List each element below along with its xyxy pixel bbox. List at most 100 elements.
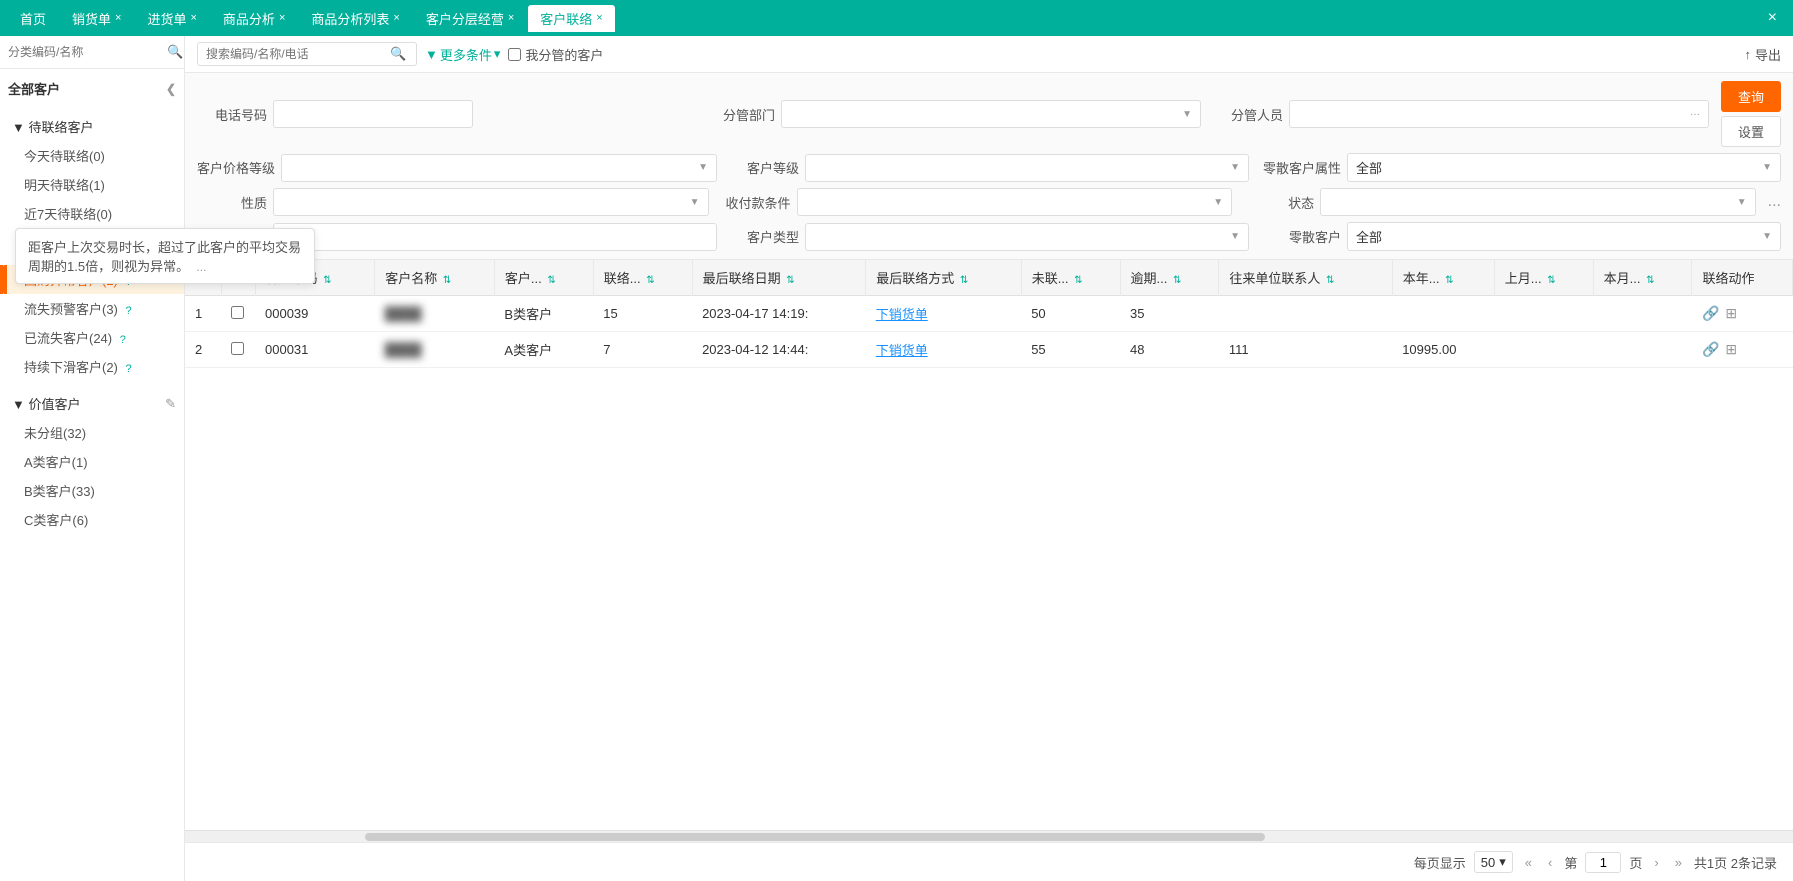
name-sort-icon[interactable]: ⇅ [443,275,451,286]
nav-analysis-list-close[interactable]: × [393,12,399,24]
year-sort-icon[interactable]: ⇅ [1445,275,1453,286]
row2-method-link[interactable]: 下销货单 [876,343,928,358]
method-sort-icon[interactable]: ⇅ [960,275,968,286]
filter-dept-field: 分管部门 ▼ [705,100,1201,128]
nav-purchase-label: 进货单 [147,9,186,28]
nav-analysis[interactable]: 商品分析 × [211,5,297,32]
th-contact-person: 往来单位联系人 ⇅ [1219,260,1392,296]
retail-customer-label: 零散客户 [1261,227,1341,246]
month-sort-icon[interactable]: ⇅ [1646,275,1654,286]
horizontal-scrollbar[interactable] [185,830,1793,842]
row1-name[interactable]: ████ [375,296,495,332]
sidebar-week-contact[interactable]: 近7天待联络(0) [0,199,184,228]
scrollbar-thumb[interactable] [365,833,1265,841]
page-size-chevron-icon: ▾ [1499,854,1506,870]
price-level-select[interactable]: ▼ [281,154,717,182]
nav-home[interactable]: 首页 [8,5,58,32]
th-last-contact-method: 最后联络方式 ⇅ [866,260,1021,296]
my-customers-checkbox[interactable]: 我分管的客户 [508,45,603,64]
payment-select[interactable]: ▼ [797,188,1233,216]
overdue-sort-icon[interactable]: ⇅ [1173,275,1181,286]
manager-select[interactable]: ··· [1289,100,1709,128]
export-btn[interactable]: ↑ 导出 [1744,45,1781,64]
table-row: 2 000031 ████ A类客户 7 2023-04-12 14:44: 下… [185,332,1793,368]
sidebar-pending-group[interactable]: ▼ 待联络客户 [0,112,184,141]
nav-purchase-close[interactable]: × [190,12,196,24]
gender-label: 性质 [197,193,267,212]
row1-link-icon[interactable]: 🔗 [1702,305,1719,322]
nav-purchase[interactable]: 进货单 × [135,5,208,32]
sidebar-lost-preview[interactable]: 流失预警客户(3) ? [0,294,184,323]
row2-name[interactable]: ████ [375,332,495,368]
sidebar-tomorrow-contact[interactable]: 明天待联络(1) [0,170,184,199]
lost-preview-info-icon[interactable]: ? [126,305,132,317]
gender-select[interactable]: ▼ [273,188,709,216]
filter-search-icon[interactable]: 🔍 [390,46,406,62]
declining-info-icon[interactable]: ? [126,363,132,375]
page-size-select[interactable]: 50 ▾ [1474,851,1513,873]
sidebar-all-customers[interactable]: 全部客户 ❮ [0,73,184,104]
nav-customer-segment[interactable]: 客户分层经营 × [414,5,526,32]
person-sort-icon[interactable]: ⇅ [1326,275,1334,286]
row2-check[interactable] [231,342,244,355]
already-lost-info-icon[interactable]: ? [120,334,126,346]
th-contact-label: 联络... [604,271,641,286]
sidebar-collapse-icon[interactable]: ❮ [166,82,176,96]
sidebar-value-group[interactable]: ▼ 价值客户 ✎ [0,389,184,418]
filter-search-input[interactable] [206,47,386,61]
sidebar-already-lost[interactable]: 已流失客户(24) ? [0,323,184,352]
value-edit-icon[interactable]: ✎ [165,396,176,412]
sidebar-ungrouped[interactable]: 未分组(32) [0,418,184,447]
next-page-btn[interactable]: › [1650,853,1662,872]
row2-link-icon[interactable]: 🔗 [1702,341,1719,358]
nav-sales-close[interactable]: × [115,12,121,24]
filter-more-btn[interactable]: ▼ 更多条件 ▾ [425,45,500,64]
dept-select[interactable]: ▼ [781,100,1201,128]
nav-sales[interactable]: 销货单 × [60,5,133,32]
sidebar-today-contact[interactable]: 今天待联络(0) [0,141,184,170]
row1-last-method[interactable]: 下销货单 [866,296,1021,332]
row2-grid-icon[interactable]: ⊞ [1725,341,1737,358]
lmonth-sort-icon[interactable]: ⇅ [1547,275,1555,286]
customer-level-select[interactable]: ▼ [805,154,1249,182]
query-btn[interactable]: 查询 [1721,81,1781,112]
row1-check[interactable] [231,306,244,319]
nav-analysis-list[interactable]: 商品分析列表 × [299,5,411,32]
settings-btn[interactable]: 设置 [1721,116,1781,147]
sidebar-b-customers[interactable]: B类客户(33) [0,476,184,505]
first-page-btn[interactable]: « [1521,853,1536,872]
sidebar-a-customers[interactable]: A类客户(1) [0,447,184,476]
nav-analysis-close[interactable]: × [279,12,285,24]
empty-select[interactable] [273,223,717,251]
unlinkable-sort-icon[interactable]: ⇅ [1074,275,1082,286]
retail-attr-select[interactable]: 全部 ▼ [1347,153,1781,182]
nav-customer-segment-close[interactable]: × [508,12,514,24]
window-close-btn[interactable]: × [1760,9,1785,27]
sidebar-c-customers[interactable]: C类客户(6) [0,505,184,534]
type-sort-icon[interactable]: ⇅ [547,275,555,286]
phone-input[interactable] [273,100,473,128]
nav-customer-contact-label: 客户联络 [540,9,592,28]
last-page-btn[interactable]: » [1671,853,1686,872]
filter-customer-type-field: 客户类型 ▼ [729,223,1249,251]
date-sort-icon[interactable]: ⇅ [786,275,794,286]
a-customers-label: A类客户(1) [24,455,88,470]
sidebar-declining[interactable]: 持续下滑客户(2) ? [0,352,184,381]
code-sort-icon[interactable]: ⇅ [323,275,331,286]
page-number-input[interactable] [1585,852,1621,873]
my-customers-check[interactable] [508,48,521,61]
contact-sort-icon[interactable]: ⇅ [646,275,654,286]
nav-customer-contact[interactable]: 客户联络 × [528,5,614,32]
filter-more-dots[interactable]: ... [1768,193,1781,211]
tooltip-more[interactable]: ... [196,260,206,274]
retail-customer-select[interactable]: 全部 ▼ [1347,222,1781,251]
row1-method-link[interactable]: 下销货单 [876,307,928,322]
row2-last-method[interactable]: 下销货单 [866,332,1021,368]
row1-last-month [1494,296,1593,332]
status-select[interactable]: ▼ [1320,188,1756,216]
row1-grid-icon[interactable]: ⊞ [1725,305,1737,322]
sidebar-search-input[interactable] [8,45,163,59]
prev-page-btn[interactable]: ‹ [1544,853,1556,872]
customer-type-select[interactable]: ▼ [805,223,1249,251]
nav-customer-contact-close[interactable]: × [596,12,602,24]
